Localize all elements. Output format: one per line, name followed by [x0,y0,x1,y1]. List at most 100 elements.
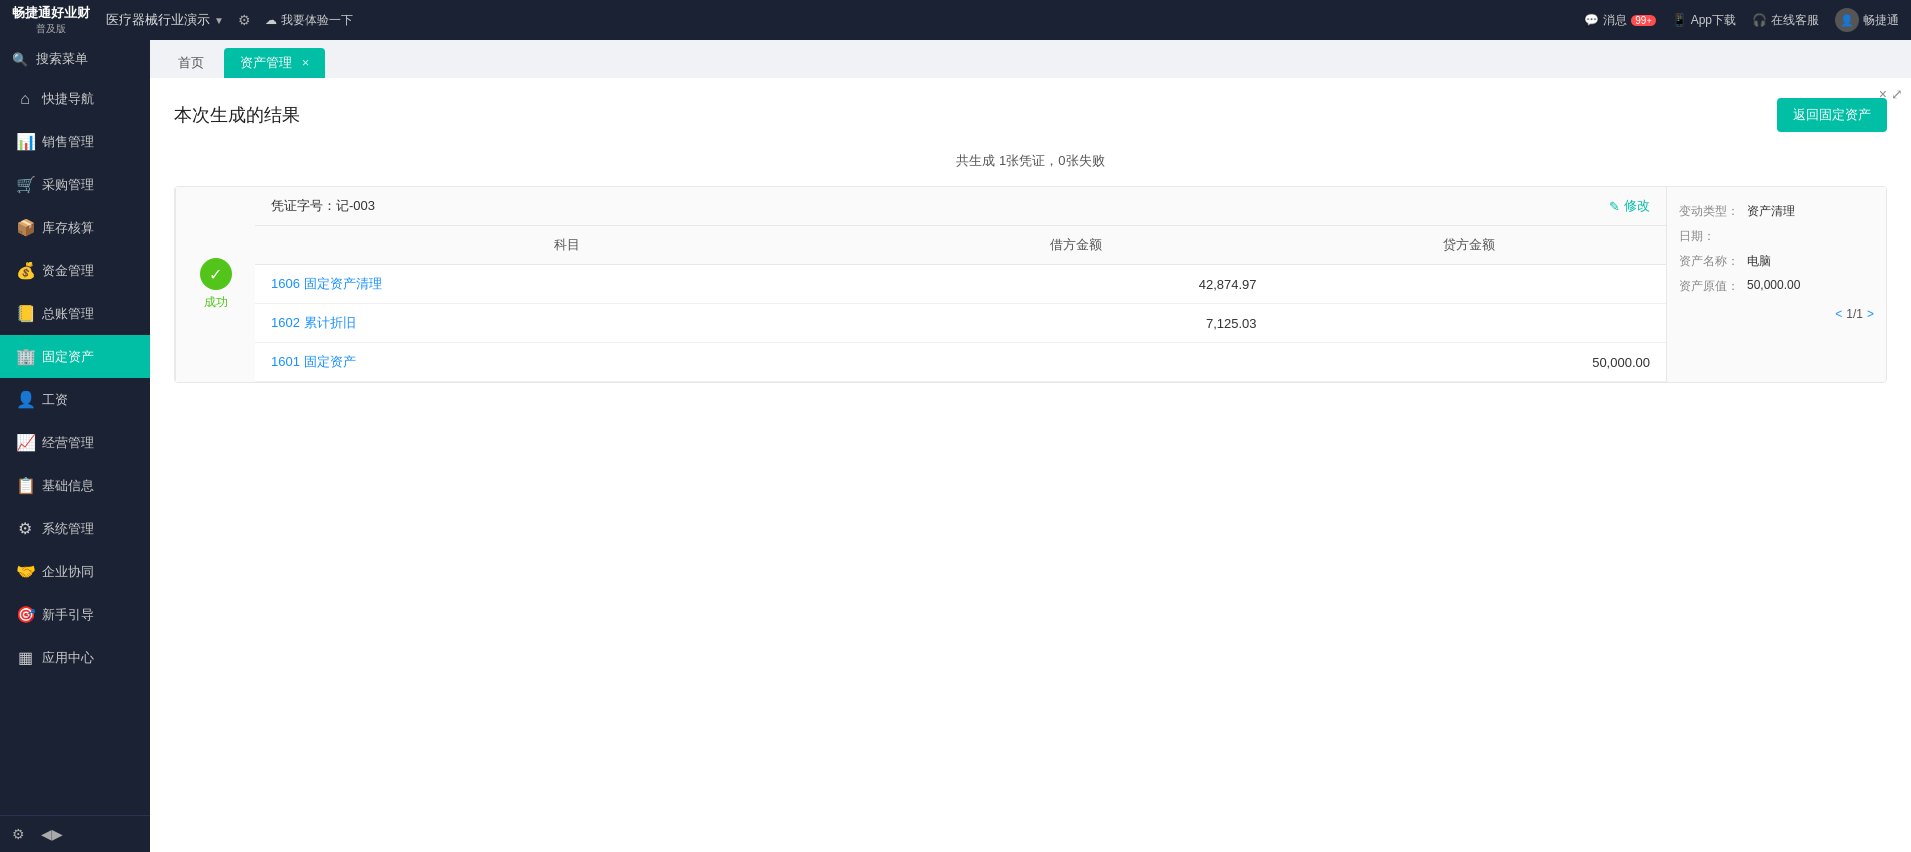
building-icon: 🏢 [16,347,34,366]
header-right: 💬 消息 99+ 📱 App下载 🎧 在线客服 👤 畅捷通 [1584,8,1899,32]
money-icon: 💰 [16,261,34,280]
sidebar-search[interactable]: 🔍 搜索菜单 [0,40,150,78]
info-change-type: 变动类型： 资产清理 [1679,199,1874,224]
sidebar-item-operations[interactable]: 📈 经营管理 [0,421,150,464]
sidebar-label-guide: 新手引导 [42,606,94,624]
search-label: 搜索菜单 [36,50,88,68]
sidebar-item-base-info[interactable]: 📋 基础信息 [0,464,150,507]
clipboard-icon: 📋 [16,476,34,495]
sidebar-label-system: 系统管理 [42,520,94,538]
info-asset-value: 资产原值： 50,000.00 [1679,274,1874,299]
panel-controls: × ⤢ [1879,86,1903,102]
sidebar-item-cooperation[interactable]: 🤝 企业协同 [0,550,150,593]
sidebar-label-purchase: 采购管理 [42,176,94,194]
tab-asset-management[interactable]: 资产管理 × [224,48,325,78]
sidebar-label-operations: 经营管理 [42,434,94,452]
panel-close-button[interactable]: × [1879,86,1887,102]
asset-value-value: 50,000.00 [1747,278,1800,295]
message-badge: 99+ [1631,15,1655,26]
company-settings-button[interactable]: ⚙ [232,10,257,30]
row1-subject: 1606 固定资产清理 [255,265,879,304]
app-download-action[interactable]: 📱 App下载 [1672,12,1736,29]
sidebar-item-quick-nav[interactable]: ⌂ 快捷导航 [0,78,150,120]
top-header: 畅捷通好业财 普及版 医疗器械行业演示 ▼ ⚙ ☁ 我要体验一下 💬 消息 99… [0,0,1911,40]
tab-home[interactable]: 首页 [162,48,220,78]
tab-bar: 首页 资产管理 × [150,40,1911,78]
trending-icon: 📈 [16,433,34,452]
col-header-subject: 科目 [255,226,879,265]
sidebar-label-fixed-assets: 固定资产 [42,348,94,366]
home-icon: ⌂ [16,90,34,108]
app-download-label: App下载 [1691,12,1736,29]
edit-label: 修改 [1624,197,1650,215]
company-selector[interactable]: 医疗器械行业演示 ▼ [106,11,224,29]
asset-name-value: 电脑 [1747,253,1771,270]
voucher-number: 凭证字号：记-003 [271,197,375,215]
avatar: 👤 [1835,8,1859,32]
sidebar-settings-button[interactable]: ⚙ [12,826,25,842]
logo-edition: 普及版 [36,22,66,36]
sidebar-item-payroll[interactable]: 👤 工资 [0,378,150,421]
row1-credit [1273,265,1666,304]
voucher-left: 凭证字号：记-003 ✎ 修改 科目 借方金额 贷方金额 [255,187,1666,382]
online-service-label: 在线客服 [1771,12,1819,29]
voucher-edit-button[interactable]: ✎ 修改 [1609,197,1650,215]
sidebar-item-inventory[interactable]: 📦 库存核算 [0,206,150,249]
tab-close-icon[interactable]: × [302,55,310,70]
sidebar-item-system[interactable]: ⚙ 系统管理 [0,507,150,550]
edit-icon: ✎ [1609,199,1620,214]
online-service-action[interactable]: 🎧 在线客服 [1752,12,1819,29]
main-layout: 🔍 搜索菜单 ⌂ 快捷导航 📊 销售管理 🛒 采购管理 📦 库存核算 💰 资金管… [0,40,1911,852]
sidebar-item-app-center[interactable]: ▦ 应用中心 [0,636,150,679]
chart-icon: 📊 [16,132,34,151]
content-area: 首页 资产管理 × × ⤢ 本次生成的结果 返回固定资产 共生成 1张凭证，0张… [150,40,1911,852]
sidebar-item-purchase[interactable]: 🛒 采购管理 [0,163,150,206]
sidebar-bottom: ⚙ ◀▶ [0,815,150,852]
gear-icon: ⚙ [16,519,34,538]
success-text: 成功 [204,294,228,311]
row3-debit [879,343,1272,382]
sidebar-item-guide[interactable]: 🎯 新手引导 [0,593,150,636]
panel-expand-button[interactable]: ⤢ [1891,86,1903,102]
info-asset-name: 资产名称： 电脑 [1679,249,1874,274]
logo-area: 畅捷通好业财 普及版 [12,4,90,36]
sidebar-label-payroll: 工资 [42,391,68,409]
page-title-row: 本次生成的结果 返回固定资产 [174,98,1887,132]
tab-home-label: 首页 [178,55,204,70]
sidebar-item-ledger[interactable]: 📒 总账管理 [0,292,150,335]
success-icon: ✓ [200,258,232,290]
asset-name-label: 资产名称： [1679,253,1739,270]
grid-icon: ▦ [16,648,34,667]
sidebar-label-sales: 销售管理 [42,133,94,151]
sidebar-item-sales[interactable]: 📊 销售管理 [0,120,150,163]
message-icon: 💬 [1584,13,1599,27]
trial-button[interactable]: ☁ 我要体验一下 [265,12,353,29]
handshake-icon: 🤝 [16,562,34,581]
sidebar-label-ledger: 总账管理 [42,305,94,323]
prev-page-button[interactable]: < [1835,307,1842,321]
sidebar-label-app-center: 应用中心 [42,649,94,667]
next-page-button[interactable]: > [1867,307,1874,321]
sidebar-label-inventory: 库存核算 [42,219,94,237]
sidebar-item-fund[interactable]: 💰 资金管理 [0,249,150,292]
return-fixed-assets-button[interactable]: 返回固定资产 [1777,98,1887,132]
summary-text: 共生成 1张凭证，0张失败 [174,152,1887,170]
row2-subject: 1602 累计折旧 [255,304,879,343]
voucher-card: ✓ 成功 凭证字号：记-003 ✎ 修改 [174,186,1887,383]
message-action[interactable]: 💬 消息 99+ [1584,12,1655,29]
info-date: 日期： [1679,224,1874,249]
sidebar-label-fund: 资金管理 [42,262,94,280]
table-row: 1602 累计折旧 7,125.03 [255,304,1666,343]
trial-label: 我要体验一下 [281,12,353,29]
sidebar-collapse-button[interactable]: ◀▶ [41,826,63,842]
headset-icon: 🎧 [1752,13,1767,27]
voucher-table: 科目 借方金额 贷方金额 1606 固定资产清理 42,874.97 [255,226,1666,382]
box-icon: 📦 [16,218,34,237]
chevron-down-icon: ▼ [214,15,224,26]
message-label: 消息 [1603,12,1627,29]
phone-icon: 📱 [1672,13,1687,27]
row3-subject: 1601 固定资产 [255,343,879,382]
user-profile[interactable]: 👤 畅捷通 [1835,8,1899,32]
voucher-success-status: ✓ 成功 [175,187,255,382]
sidebar-item-fixed-assets[interactable]: 🏢 固定资产 [0,335,150,378]
